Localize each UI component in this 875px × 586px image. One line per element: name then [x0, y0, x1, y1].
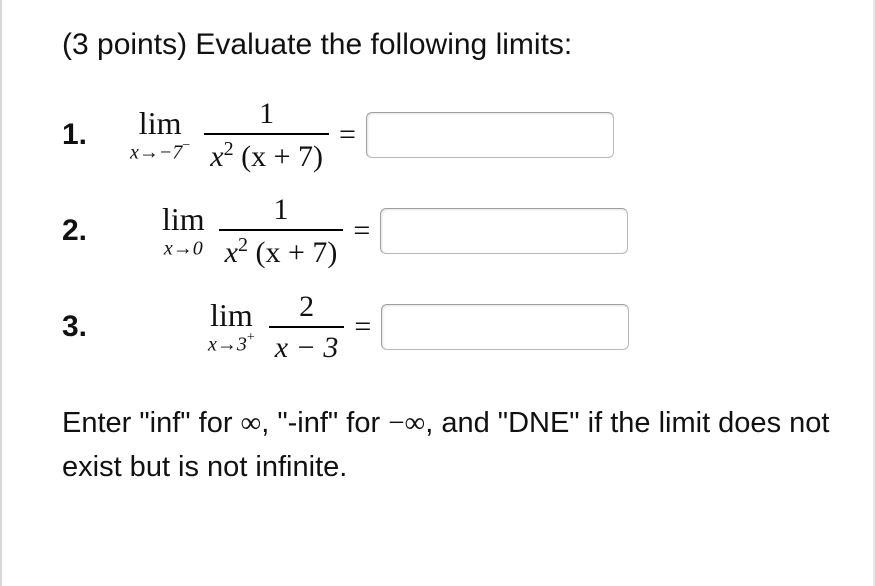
problem-number: 1.: [62, 118, 110, 152]
equals-sign: =: [339, 118, 356, 152]
lim-icon: lim x→−7−: [130, 107, 190, 163]
infinity-icon: ∞: [241, 407, 262, 439]
instructions-text: Enter "inf" for ∞, "-inf" for −∞, and "D…: [62, 402, 833, 489]
problem-number: 2.: [62, 214, 110, 248]
problem-heading: (3 points) Evaluate the following limits…: [62, 28, 833, 62]
problem-row: 3. lim x→3+ 2 x − 3 =: [62, 282, 833, 372]
answer-input-1[interactable]: [366, 112, 614, 158]
answer-input-3[interactable]: [381, 304, 629, 350]
equals-sign: =: [353, 214, 370, 248]
problem-number: 3.: [62, 310, 110, 344]
lim-icon: lim x→0: [162, 203, 205, 259]
limit-expression: lim x→−7− 1 x2 (x + 7): [130, 97, 335, 173]
equals-sign: =: [354, 310, 371, 344]
problems-list: 1. lim x→−7− 1 x2 (x + 7) = 2.: [62, 90, 833, 372]
fraction-icon: 1 x2 (x + 7): [204, 97, 329, 173]
problem-row: 1. lim x→−7− 1 x2 (x + 7) =: [62, 90, 833, 180]
problem-card: (3 points) Evaluate the following limits…: [0, 0, 875, 586]
limit-expression: lim x→0 1 x2 (x + 7): [162, 193, 349, 269]
problem-row: 2. lim x→0 1 x2 (x + 7) =: [62, 186, 833, 276]
answer-input-2[interactable]: [380, 208, 628, 254]
limit-expression: lim x→3+ 2 x − 3: [208, 290, 350, 364]
lim-icon: lim x→3+: [208, 299, 255, 355]
fraction-icon: 2 x − 3: [269, 290, 345, 364]
neg-infinity-icon: −∞: [388, 407, 425, 439]
fraction-icon: 1 x2 (x + 7): [219, 193, 344, 269]
